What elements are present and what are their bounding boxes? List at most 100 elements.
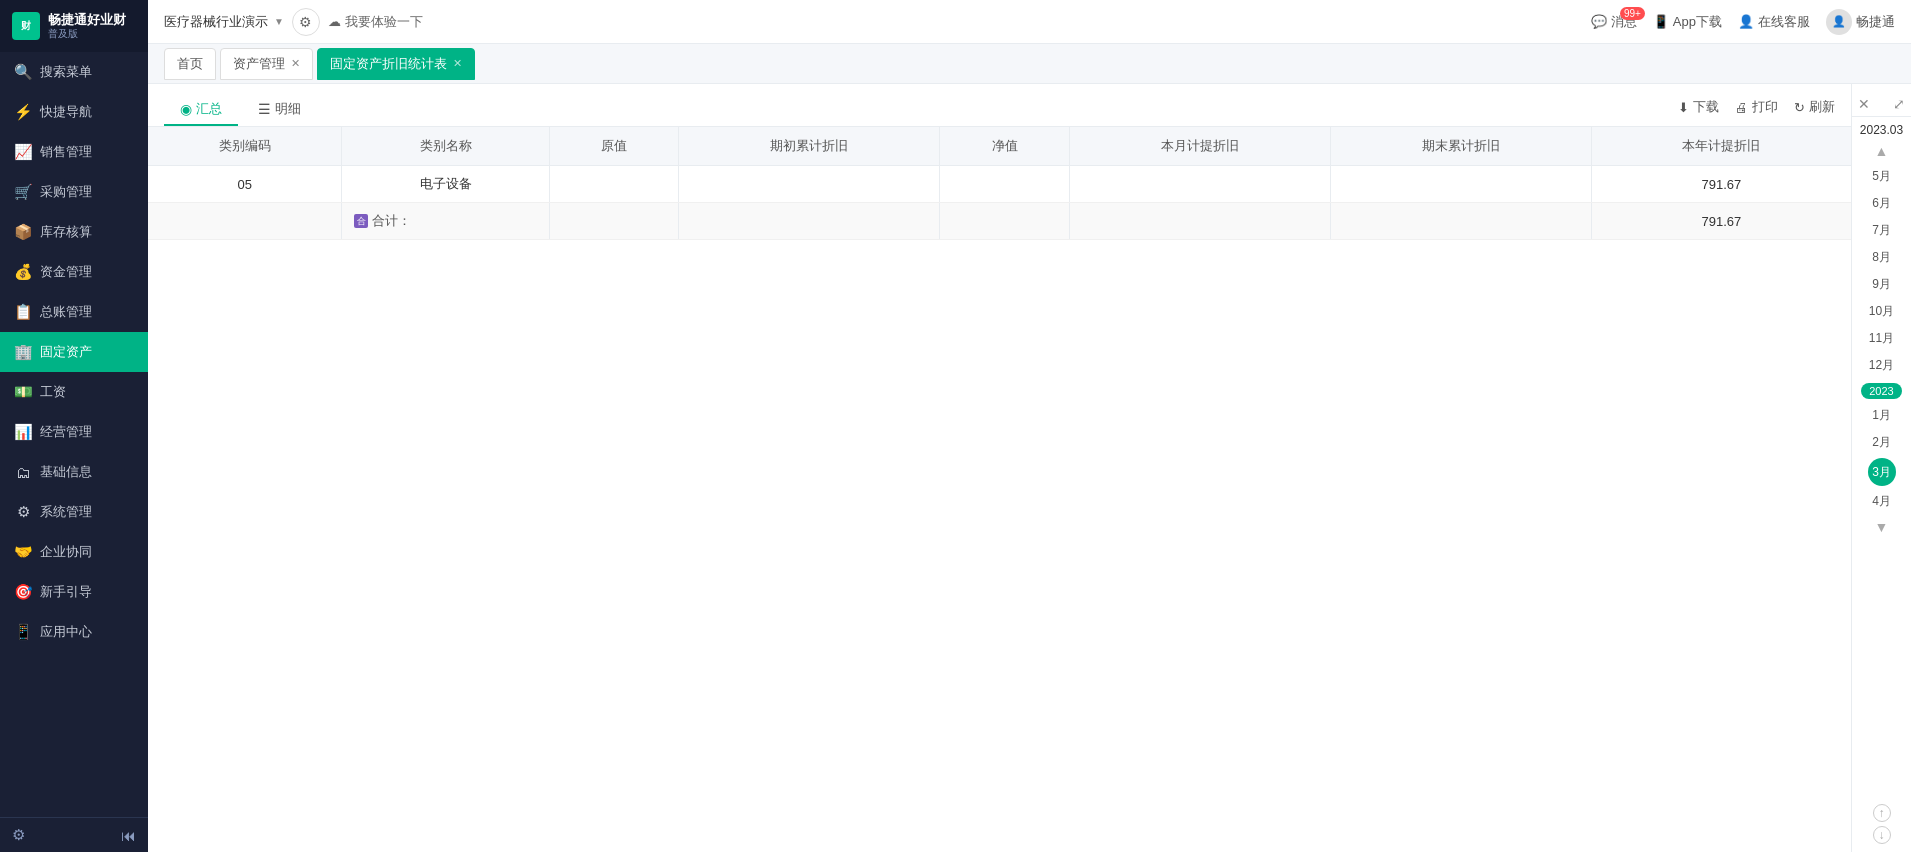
app-download-button[interactable]: 📱 App下载 [1653,13,1722,31]
col-yearly-dep: 本年计提折旧 [1591,127,1851,166]
year-tag-2023[interactable]: 2023 [1861,383,1901,399]
tab-depreciation-report[interactable]: 固定资产折旧统计表 ✕ [317,48,475,80]
purchase-icon: 🛒 [14,183,32,201]
month-item-7[interactable]: 7月 [1852,217,1911,244]
month-item-1[interactable]: 1月 [1852,402,1911,429]
refresh-icon: ↻ [1794,100,1805,115]
cell-total-label: 合 合计： [342,203,550,240]
sidebar-item-fixed-assets[interactable]: 🏢 固定资产 [0,332,148,372]
download-icon: ⬇ [1678,100,1689,115]
lightning-icon: ⚡ [14,103,32,121]
sidebar-item-label: 应用中心 [40,623,92,641]
month-item-4[interactable]: 4月 [1852,488,1911,515]
sidebar-item-search[interactable]: 🔍 搜索菜单 [0,52,148,92]
sidebar-item-apps[interactable]: 📱 应用中心 [0,612,148,652]
collab-icon: 🤝 [14,543,32,561]
sidebar-item-label: 固定资产 [40,343,92,361]
cell-yearly-dep: 791.67 [1591,166,1851,203]
panel-expand-button[interactable]: ⤢ [1893,96,1905,112]
panel-close-button[interactable]: ✕ [1858,96,1870,112]
cell-total-code [148,203,342,240]
settings-gear-icon[interactable]: ⚙ [12,826,25,844]
sidebar-item-ledger[interactable]: 📋 总账管理 [0,292,148,332]
table-row: 05 电子设备 791.67 [148,166,1851,203]
message-button[interactable]: 💬 消息 99+ [1591,13,1637,31]
sub-tab-detail[interactable]: ☰ 明细 [242,94,317,126]
sidebar-item-quicknav[interactable]: ⚡ 快捷导航 [0,92,148,132]
service-label: 在线客服 [1758,13,1810,31]
sidebar-item-inventory[interactable]: 📦 库存核算 [0,212,148,252]
sidebar-item-guide[interactable]: 🎯 新手引导 [0,572,148,612]
cell-code: 05 [148,166,342,203]
tab-depreciation-close-icon[interactable]: ✕ [453,57,462,70]
summary-icon: ◉ [180,101,192,117]
sidebar-item-basic-info[interactable]: 🗂 基础信息 [0,452,148,492]
sidebar-item-operations[interactable]: 📊 经营管理 [0,412,148,452]
sidebar-item-sales[interactable]: 📈 销售管理 [0,132,148,172]
date-panel: ✕ ⤢ 2023.03 ▲ 5月 6月 7月 8月 9月 10月 11月 12月… [1851,84,1911,852]
panel-down-circle-button[interactable]: ↓ [1873,826,1891,844]
sidebar-nav: 🔍 搜索菜单 ⚡ 快捷导航 📈 销售管理 🛒 采购管理 📦 库存核算 💰 资金管… [0,52,148,817]
tab-home[interactable]: 首页 [164,48,216,80]
panel-up-circle-button[interactable]: ↑ [1873,804,1891,822]
sidebar-item-label: 库存核算 [40,223,92,241]
sidebar-item-payroll[interactable]: 💵 工资 [0,372,148,412]
sidebar-item-system[interactable]: ⚙ 系统管理 [0,492,148,532]
header-right: 💬 消息 99+ 📱 App下载 👤 在线客服 👤 畅捷通 [1591,9,1895,35]
col-original: 原值 [550,127,679,166]
col-initial-dep: 期初累计折旧 [679,127,940,166]
tab-asset-management[interactable]: 资产管理 ✕ [220,48,313,80]
col-ending-dep: 期末累计折旧 [1330,127,1591,166]
scroll-up-button[interactable]: ▲ [1871,139,1893,163]
sidebar-item-collab[interactable]: 🤝 企业协同 [0,532,148,572]
month-item-11[interactable]: 11月 [1852,325,1911,352]
table-row-total: 合 合计： 791.67 [148,203,1851,240]
main-content: 医疗器械行业演示 ▼ ⚙ ☁ 我要体验一下 💬 消息 99+ 📱 App下载 👤… [148,0,1911,852]
tab-depreciation-label: 固定资产折旧统计表 [330,55,447,73]
month-item-5[interactable]: 5月 [1852,163,1911,190]
company-selector[interactable]: 医疗器械行业演示 ▼ [164,13,284,31]
cell-total-ending-dep [1330,203,1591,240]
download-button[interactable]: ⬇ 下载 [1678,98,1719,116]
sidebar-item-purchase[interactable]: 🛒 采购管理 [0,172,148,212]
cell-ending-dep [1330,166,1591,203]
app-logo: 财 畅捷通好业财 普及版 [0,0,148,52]
logo-sub: 普及版 [48,28,126,40]
sub-tab-summary[interactable]: ◉ 汇总 [164,94,238,126]
cell-name: 电子设备 [342,166,550,203]
scroll-down-button[interactable]: ▼ [1871,515,1893,539]
app-download-label: App下载 [1673,13,1722,31]
month-item-6[interactable]: 6月 [1852,190,1911,217]
depreciation-table-container: 类别编码 类别名称 原值 期初累计折旧 净值 本月计提折旧 期末累计折旧 本年计… [148,127,1851,852]
user-profile-button[interactable]: 👤 畅捷通 [1826,9,1895,35]
sidebar-footer: ⚙ ⏮ [0,817,148,852]
online-service-button[interactable]: 👤 在线客服 [1738,13,1810,31]
month-item-8[interactable]: 8月 [1852,244,1911,271]
experience-button[interactable]: ☁ 我要体验一下 [328,13,423,31]
sidebar-item-finance[interactable]: 💰 资金管理 [0,252,148,292]
sidebar-item-label: 工资 [40,383,66,401]
col-name: 类别名称 [342,127,550,166]
tab-asset-close-icon[interactable]: ✕ [291,57,300,70]
experience-label: 我要体验一下 [345,13,423,31]
cell-total-net-value [940,203,1069,240]
print-button[interactable]: 🖨 打印 [1735,98,1778,116]
month-item-2[interactable]: 2月 [1852,429,1911,456]
tabs-bar: 首页 资产管理 ✕ 固定资产折旧统计表 ✕ [148,44,1911,84]
depreciation-table: 类别编码 类别名称 原值 期初累计折旧 净值 本月计提折旧 期末累计折旧 本年计… [148,127,1851,240]
cell-total-monthly-dep [1069,203,1330,240]
message-icon: 💬 [1591,14,1607,29]
print-label: 打印 [1752,98,1778,116]
company-settings-button[interactable]: ⚙ [292,8,320,36]
cell-total-original [550,203,679,240]
refresh-button[interactable]: ↻ 刷新 [1794,98,1835,116]
month-item-10[interactable]: 10月 [1852,298,1911,325]
sidebar-item-label: 总账管理 [40,303,92,321]
month-item-9[interactable]: 9月 [1852,271,1911,298]
month-item-3-current[interactable]: 3月 [1868,458,1896,486]
collapse-sidebar-icon[interactable]: ⏮ [121,827,136,844]
detail-icon: ☰ [258,101,271,117]
cell-initial-dep [679,166,940,203]
message-badge: 99+ [1620,7,1645,20]
month-item-12[interactable]: 12月 [1852,352,1911,379]
